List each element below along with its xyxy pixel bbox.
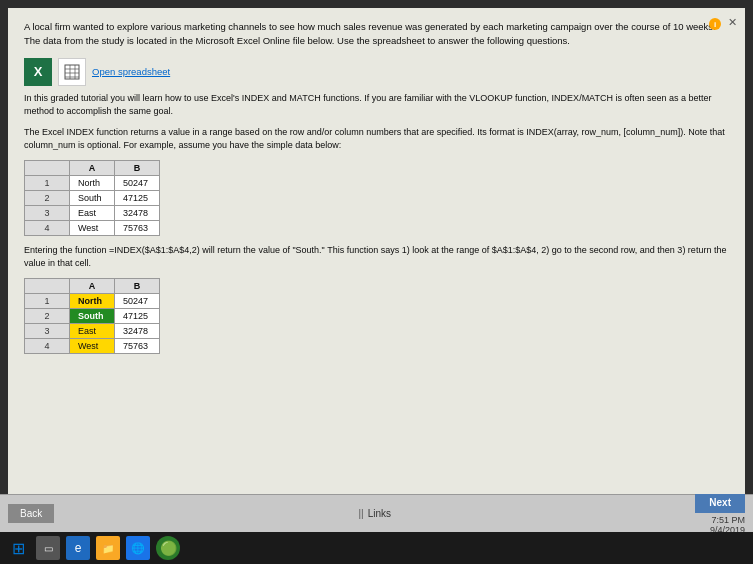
taskbar-center: || Links (358, 508, 391, 519)
table2-row2-b: 47125 (115, 308, 160, 323)
links-pipe: || (358, 508, 363, 519)
main-content: i ✕ A local firm wanted to explore vario… (8, 8, 745, 494)
table-row: 2 South 47125 (25, 308, 160, 323)
table2-row3-a: East (70, 323, 115, 338)
open-spreadsheet-link[interactable]: Open spreadsheet (92, 66, 170, 77)
table1-row1-num: 1 (25, 175, 70, 190)
table1-header-a: A (70, 160, 115, 175)
excel-icon-area: X Open spreadsheet (24, 58, 729, 86)
time: 7:51 PM (710, 515, 745, 525)
edge-icon[interactable]: e (66, 536, 90, 560)
app-icon[interactable]: 🟢 (156, 536, 180, 560)
info-icon[interactable]: i (709, 18, 721, 30)
data-table-2: A B 1 North 50247 2 South 47125 3 East 3… (24, 278, 160, 354)
task-view-icon[interactable]: ▭ (36, 536, 60, 560)
close-icon[interactable]: ✕ (728, 16, 737, 29)
table-row: 3 East 32478 (25, 205, 160, 220)
browser-icon[interactable]: 🌐 (126, 536, 150, 560)
windows-taskbar: ⊞ ▭ e 📁 🌐 🟢 (0, 532, 753, 564)
table1-header-empty (25, 160, 70, 175)
section-text-2: The Excel INDEX function returns a value… (24, 126, 729, 152)
app-taskbar: Back || Links Next 7:51 PM 9/4/2019 (0, 494, 753, 532)
excel-x-icon: X (24, 58, 52, 86)
table2-header-b: B (115, 278, 160, 293)
section-text-1: In this graded tutorial you will learn h… (24, 92, 729, 118)
table2-row4-a: West (70, 338, 115, 353)
table2-row3-b: 32478 (115, 323, 160, 338)
table-row: 4 West 75763 (25, 220, 160, 235)
table2-row4-num: 4 (25, 338, 70, 353)
table1-row3-num: 3 (25, 205, 70, 220)
table1-row4-b: 75763 (115, 220, 160, 235)
taskbar-right: Next 7:51 PM 9/4/2019 (695, 492, 745, 535)
windows-start-icon[interactable]: ⊞ (6, 536, 30, 560)
table2-row4-b: 75763 (115, 338, 160, 353)
file-explorer-icon[interactable]: 📁 (96, 536, 120, 560)
table1-row4-a: West (70, 220, 115, 235)
table-row: 3 East 32478 (25, 323, 160, 338)
screen: i ✕ A local firm wanted to explore vario… (0, 0, 753, 564)
table2-row2-a: South (70, 308, 115, 323)
links-label: Links (368, 508, 391, 519)
table1-row1-b: 50247 (115, 175, 160, 190)
table2-header-empty (25, 278, 70, 293)
table-row: 1 North 50247 (25, 293, 160, 308)
table2-row1-b: 50247 (115, 293, 160, 308)
table1-row3-a: East (70, 205, 115, 220)
table2-row1-a: North (70, 293, 115, 308)
table1-row3-b: 32478 (115, 205, 160, 220)
intro-text: A local firm wanted to explore various m… (24, 20, 729, 48)
taskbar-left: Back (8, 504, 54, 523)
table-row: 4 West 75763 (25, 338, 160, 353)
table2-row1-num: 1 (25, 293, 70, 308)
back-button[interactable]: Back (8, 504, 54, 523)
table2-header-a: A (70, 278, 115, 293)
table1-row2-b: 47125 (115, 190, 160, 205)
excel-table-icon (58, 58, 86, 86)
next-button[interactable]: Next (695, 492, 745, 513)
table1-row2-num: 2 (25, 190, 70, 205)
table1-row1-a: North (70, 175, 115, 190)
table2-row3-num: 3 (25, 323, 70, 338)
table1-header-b: B (115, 160, 160, 175)
table1-row2-a: South (70, 190, 115, 205)
formula-text: Entering the function =INDEX($A$1:$A$4,2… (24, 244, 729, 270)
table-row: 2 South 47125 (25, 190, 160, 205)
table1-row4-num: 4 (25, 220, 70, 235)
data-table-1: A B 1 North 50247 2 South 47125 3 East 3… (24, 160, 160, 236)
table2-row2-num: 2 (25, 308, 70, 323)
table-row: 1 North 50247 (25, 175, 160, 190)
